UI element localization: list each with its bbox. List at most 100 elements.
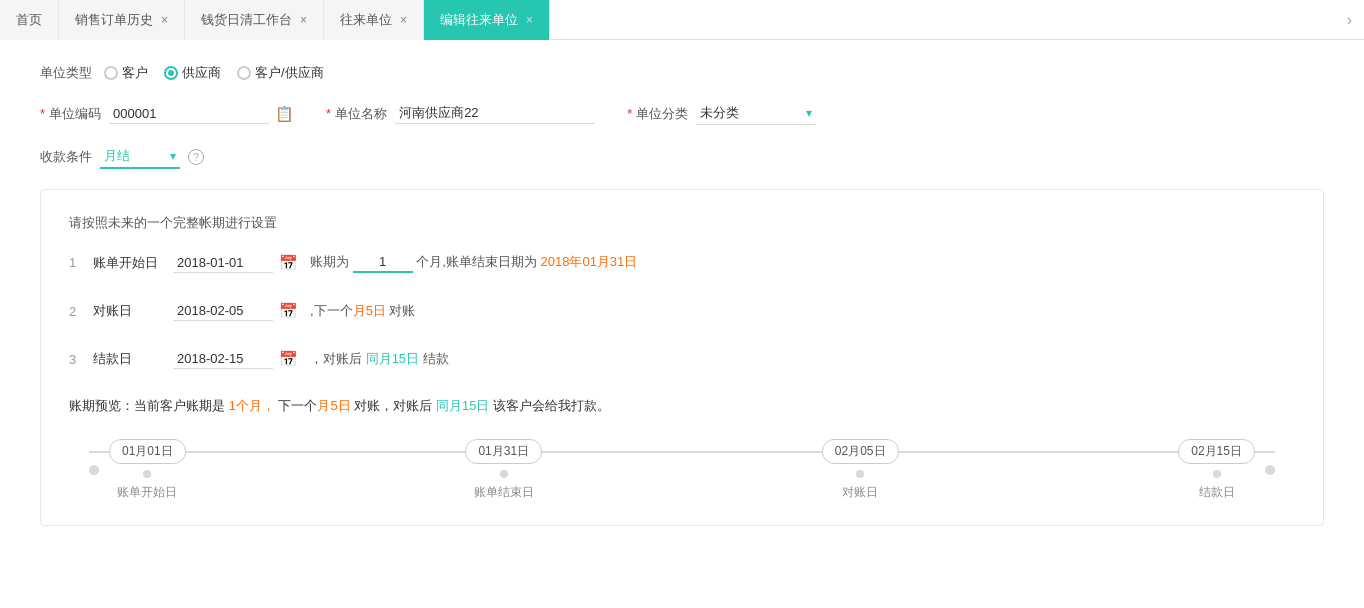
preview-label: 账期预览：当前客户账期是 <box>69 398 225 413</box>
timeline-badge-0: 01月01日 <box>109 439 186 464</box>
unit-name-input[interactable] <box>395 104 595 124</box>
radio-supplier-circle <box>164 66 178 80</box>
unit-name-group: * 单位名称 <box>326 104 595 124</box>
row-account-start: 1 账单开始日 📅 账期为 个月,账单结束日期为 2018年01月31日 <box>69 252 1295 273</box>
preview-reconcile-prefix: 下一个 <box>278 398 317 413</box>
unit-info-row: * 单位编码 📋 * 单位名称 * 单位分类 未分类 ▾ <box>40 102 1324 125</box>
payment-desc-before: ，对账后 <box>310 351 366 366</box>
unit-name-star: * <box>326 106 331 121</box>
unit-code-star: * <box>40 106 45 121</box>
unit-category-arrow: ▾ <box>806 106 812 120</box>
radio-customer[interactable]: 客户 <box>104 64 148 82</box>
reconcile-desc-before: ,下一个 <box>310 303 353 318</box>
unit-code-label: 单位编码 <box>49 105 101 123</box>
unit-name-label: 单位名称 <box>335 105 387 123</box>
tab-cash-reconciliation[interactable]: 钱货日清工作台 × <box>185 0 324 40</box>
preview-text: 账期预览：当前客户账期是 1个月， 下一个月5日 对账，对账后 同月15日 该客… <box>69 397 1295 415</box>
timeline-badge-3: 02月15日 <box>1178 439 1255 464</box>
payment-terms-value: 月结 <box>104 147 166 165</box>
tabs-bar: 首页 销售订单历史 × 钱货日清工作台 × 往来单位 × 编辑往来单位 × › <box>0 0 1364 40</box>
radio-customer-supplier-circle <box>237 66 251 80</box>
page-content: 单位类型 客户 供应商 客户/供应商 * 单位编码 📋 * 单位名称 <box>0 40 1364 608</box>
payment-terms-row: 收款条件 月结 ▾ ? <box>40 145 1324 169</box>
payment-highlight: 同月15日 <box>366 351 419 366</box>
radio-supplier-label: 供应商 <box>182 64 221 82</box>
unit-category-star: * <box>627 106 632 121</box>
tab-sales-order-history-label: 销售订单历史 <box>75 11 153 29</box>
unit-category-group: * 单位分类 未分类 ▾ <box>627 102 816 125</box>
tab-cash-reconciliation-label: 钱货日清工作台 <box>201 11 292 29</box>
tabs-expand-button[interactable]: › <box>1335 11 1364 29</box>
timeline-badge-2: 02月05日 <box>822 439 899 464</box>
settings-panel: 请按照未来的一个完整帐期进行设置 1 账单开始日 📅 账期为 个月,账单结束日期… <box>40 189 1324 526</box>
timeline-dot-1 <box>500 470 508 478</box>
period-desc-prefix: 账期为 <box>310 254 349 269</box>
unit-type-row: 单位类型 客户 供应商 客户/供应商 <box>40 64 1324 82</box>
unit-category-label: 单位分类 <box>636 105 688 123</box>
tab-edit-partner-close[interactable]: × <box>526 13 533 27</box>
tab-edit-partner-label: 编辑往来单位 <box>440 11 518 29</box>
row-num-2: 2 <box>69 304 93 319</box>
tab-cash-reconciliation-close[interactable]: × <box>300 13 307 27</box>
row-label-payment: 结款日 <box>93 350 173 368</box>
unit-type-radio-group: 客户 供应商 客户/供应商 <box>104 64 324 82</box>
tab-home[interactable]: 首页 <box>0 0 59 40</box>
unit-code-group: * 单位编码 📋 <box>40 104 294 124</box>
row-payment: 3 结款日 📅 ，对账后 同月15日 结款 <box>69 349 1295 369</box>
tab-sales-order-history-close[interactable]: × <box>161 13 168 27</box>
account-start-calendar-icon[interactable]: 📅 <box>279 254 298 272</box>
help-icon[interactable]: ? <box>188 149 204 165</box>
row-desc-period: 账期为 个月,账单结束日期为 2018年01月31日 <box>310 252 637 273</box>
account-start-date-input[interactable] <box>173 253 273 273</box>
preview-reconcile-suffix: 对账，对账后 <box>354 398 436 413</box>
reconcile-desc-after: 对账 <box>386 303 416 318</box>
panel-hint: 请按照未来的一个完整帐期进行设置 <box>69 214 1295 232</box>
payment-desc-after: 结款 <box>419 351 449 366</box>
timeline-dot-2 <box>856 470 864 478</box>
row-input-account-start: 📅 <box>173 253 298 273</box>
row-input-reconcile: 📅 <box>173 301 298 321</box>
timeline-label-2: 对账日 <box>842 484 878 501</box>
preview-period: 1个月， <box>229 398 275 413</box>
radio-customer-label: 客户 <box>122 64 148 82</box>
tab-partner-units[interactable]: 往来单位 × <box>324 0 424 40</box>
preview-payment-suffix: 该客户会给我打款。 <box>493 398 610 413</box>
timeline-item-3: 02月15日 结款日 <box>1178 439 1255 501</box>
tab-edit-partner[interactable]: 编辑往来单位 × <box>424 0 550 40</box>
period-end-date: 2018年01月31日 <box>540 254 637 269</box>
radio-customer-supplier-label: 客户/供应商 <box>255 64 324 82</box>
tab-partner-units-label: 往来单位 <box>340 11 392 29</box>
period-input[interactable] <box>353 252 413 273</box>
copy-icon[interactable]: 📋 <box>275 105 294 123</box>
row-num-1: 1 <box>69 255 93 270</box>
tab-partner-units-close[interactable]: × <box>400 13 407 27</box>
reconcile-calendar-icon[interactable]: 📅 <box>279 302 298 320</box>
reconcile-highlight: 月5日 <box>353 303 386 318</box>
timeline-item-1: 01月31日 账单结束日 <box>465 439 542 501</box>
timeline-dot-0 <box>143 470 151 478</box>
preview-payment: 同月15日 <box>436 398 489 413</box>
payment-terms-arrow: ▾ <box>170 149 176 163</box>
row-reconcile: 2 对账日 📅 ,下一个月5日 对账 <box>69 301 1295 321</box>
timeline-label-0: 账单开始日 <box>117 484 177 501</box>
timeline-dot-3 <box>1213 470 1221 478</box>
unit-category-select[interactable]: 未分类 ▾ <box>696 102 816 125</box>
timeline-start-dot <box>89 465 99 475</box>
payment-date-input[interactable] <box>173 349 273 369</box>
payment-terms-select[interactable]: 月结 ▾ <box>100 145 180 169</box>
radio-customer-supplier[interactable]: 客户/供应商 <box>237 64 324 82</box>
tab-sales-order-history[interactable]: 销售订单历史 × <box>59 0 185 40</box>
row-desc-reconcile: ,下一个月5日 对账 <box>310 302 415 320</box>
timeline-label-3: 结款日 <box>1199 484 1235 501</box>
radio-supplier[interactable]: 供应商 <box>164 64 221 82</box>
timeline-badge-1: 01月31日 <box>465 439 542 464</box>
timeline-end-dot <box>1265 465 1275 475</box>
row-input-payment: 📅 <box>173 349 298 369</box>
row-label-reconcile: 对账日 <box>93 302 173 320</box>
row-desc-payment: ，对账后 同月15日 结款 <box>310 350 449 368</box>
unit-code-input[interactable] <box>109 104 269 124</box>
payment-calendar-icon[interactable]: 📅 <box>279 350 298 368</box>
payment-terms-label: 收款条件 <box>40 148 92 166</box>
reconcile-date-input[interactable] <box>173 301 273 321</box>
timeline-container: 01月01日 账单开始日 01月31日 账单结束日 02月05日 对账日 <box>89 439 1275 501</box>
